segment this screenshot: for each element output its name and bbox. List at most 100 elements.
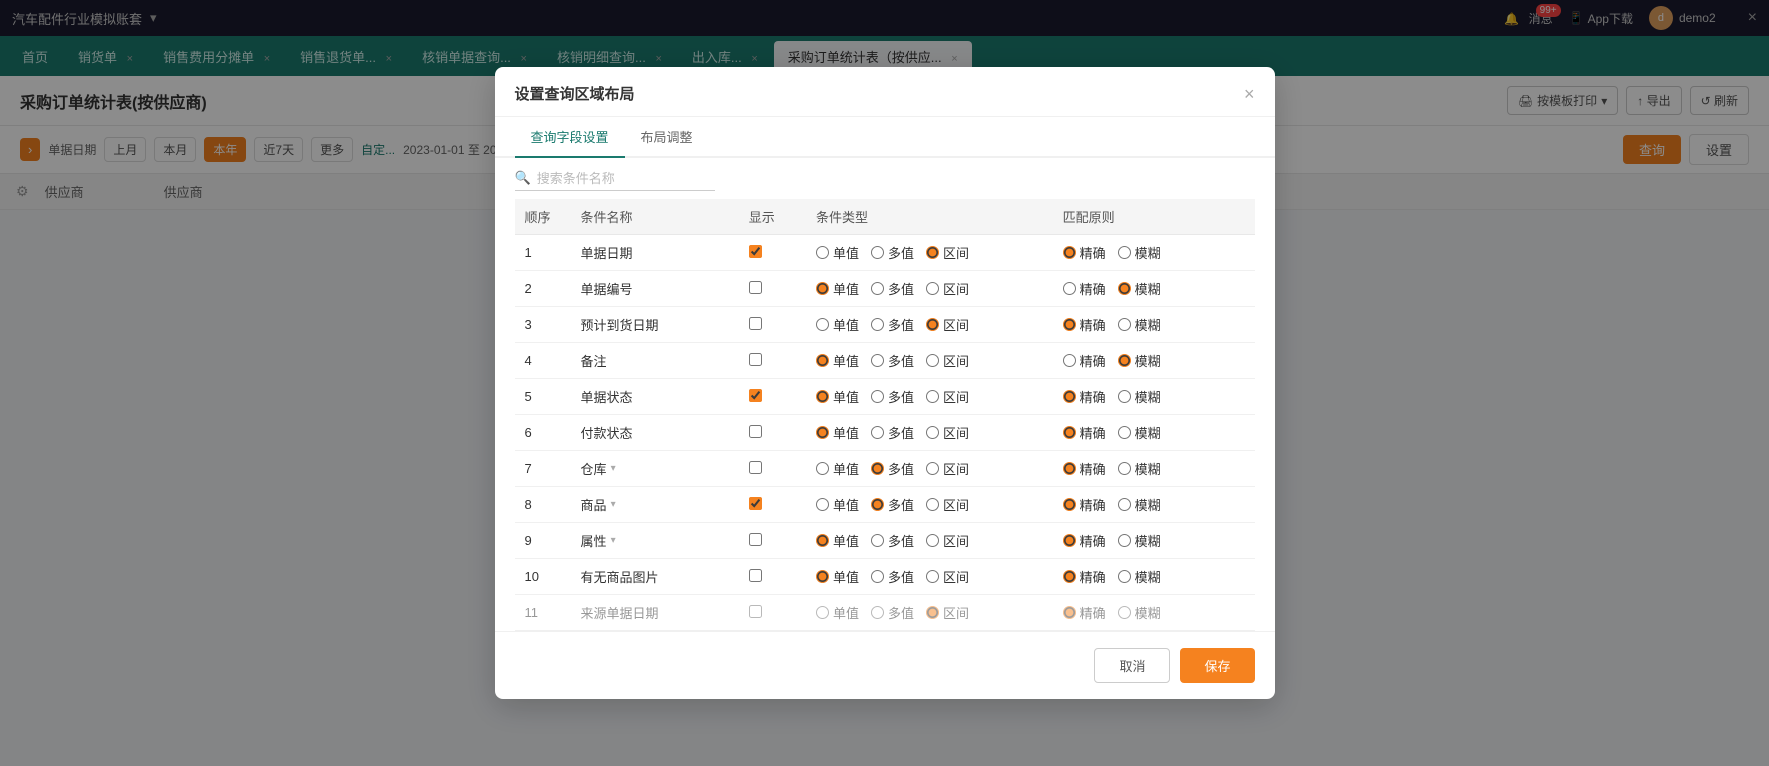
match-option-模糊[interactable]: 模糊	[1118, 387, 1161, 406]
show-checkbox[interactable]	[749, 353, 762, 366]
type-option-区间[interactable]: 区间	[926, 531, 969, 550]
match-option-模糊[interactable]: 模糊	[1118, 351, 1161, 370]
type-option-单值[interactable]: 单值	[816, 387, 859, 406]
type-option-区间[interactable]: 区间	[926, 315, 969, 334]
type-radio-多值[interactable]	[871, 318, 884, 331]
match-option-模糊[interactable]: 模糊	[1118, 531, 1161, 550]
show-checkbox[interactable]	[749, 605, 762, 618]
match-radio-模糊[interactable]	[1118, 498, 1131, 511]
row-show[interactable]	[739, 379, 806, 415]
show-checkbox[interactable]	[749, 245, 762, 258]
type-option-多值[interactable]: 多值	[871, 279, 914, 298]
match-radio-精确[interactable]	[1063, 354, 1076, 367]
search-input[interactable]	[537, 171, 697, 186]
match-option-精确[interactable]: 精确	[1063, 567, 1106, 586]
match-option-精确[interactable]: 精确	[1063, 351, 1106, 370]
type-radio-单值[interactable]	[816, 282, 829, 295]
type-option-多值[interactable]: 多值	[871, 495, 914, 514]
match-radio-精确[interactable]	[1063, 498, 1076, 511]
type-radio-单值[interactable]	[816, 426, 829, 439]
match-radio-模糊[interactable]	[1118, 570, 1131, 583]
match-radio-精确[interactable]	[1063, 462, 1076, 475]
tab-query-fields[interactable]: 查询字段设置	[515, 117, 625, 158]
dropdown-arrow-icon[interactable]: ▾	[611, 463, 616, 474]
match-option-精确[interactable]: 精确	[1063, 387, 1106, 406]
type-option-多值[interactable]: 多值	[871, 243, 914, 262]
match-option-精确[interactable]: 精确	[1063, 423, 1106, 442]
type-radio-区间[interactable]	[926, 534, 939, 547]
show-checkbox[interactable]	[749, 497, 762, 510]
match-option-精确[interactable]: 精确	[1063, 603, 1106, 622]
tab-layout-adjust[interactable]: 布局调整	[625, 117, 709, 158]
type-radio-多值[interactable]	[871, 426, 884, 439]
dropdown-arrow-icon[interactable]: ▾	[611, 499, 616, 510]
row-show[interactable]	[739, 523, 806, 559]
type-radio-区间[interactable]	[926, 246, 939, 259]
match-option-模糊[interactable]: 模糊	[1118, 279, 1161, 298]
type-option-多值[interactable]: 多值	[871, 603, 914, 622]
match-option-精确[interactable]: 精确	[1063, 315, 1106, 334]
match-radio-精确[interactable]	[1063, 318, 1076, 331]
match-radio-模糊[interactable]	[1118, 282, 1131, 295]
type-option-区间[interactable]: 区间	[926, 459, 969, 478]
match-option-模糊[interactable]: 模糊	[1118, 315, 1161, 334]
type-option-单值[interactable]: 单值	[816, 243, 859, 262]
type-radio-单值[interactable]	[816, 606, 829, 619]
row-show[interactable]	[739, 415, 806, 451]
row-show[interactable]	[739, 451, 806, 487]
type-option-多值[interactable]: 多值	[871, 459, 914, 478]
type-option-单值[interactable]: 单值	[816, 279, 859, 298]
type-radio-单值[interactable]	[816, 318, 829, 331]
match-option-精确[interactable]: 精确	[1063, 459, 1106, 478]
type-option-多值[interactable]: 多值	[871, 423, 914, 442]
match-option-精确[interactable]: 精确	[1063, 279, 1106, 298]
type-radio-区间[interactable]	[926, 390, 939, 403]
row-show[interactable]	[739, 271, 806, 307]
match-radio-模糊[interactable]	[1118, 354, 1131, 367]
type-radio-区间[interactable]	[926, 498, 939, 511]
match-radio-模糊[interactable]	[1118, 318, 1131, 331]
type-option-区间[interactable]: 区间	[926, 423, 969, 442]
type-option-单值[interactable]: 单值	[816, 315, 859, 334]
match-option-模糊[interactable]: 模糊	[1118, 423, 1161, 442]
match-option-模糊[interactable]: 模糊	[1118, 567, 1161, 586]
match-option-精确[interactable]: 精确	[1063, 495, 1106, 514]
match-option-精确[interactable]: 精确	[1063, 531, 1106, 550]
match-option-模糊[interactable]: 模糊	[1118, 459, 1161, 478]
type-radio-单值[interactable]	[816, 498, 829, 511]
type-option-单值[interactable]: 单值	[816, 351, 859, 370]
type-radio-多值[interactable]	[871, 390, 884, 403]
type-option-区间[interactable]: 区间	[926, 243, 969, 262]
match-option-精确[interactable]: 精确	[1063, 243, 1106, 262]
match-radio-精确[interactable]	[1063, 282, 1076, 295]
show-checkbox[interactable]	[749, 461, 762, 474]
type-radio-单值[interactable]	[816, 354, 829, 367]
type-option-区间[interactable]: 区间	[926, 279, 969, 298]
match-radio-模糊[interactable]	[1118, 426, 1131, 439]
match-radio-精确[interactable]	[1063, 426, 1076, 439]
type-radio-区间[interactable]	[926, 606, 939, 619]
dialog-close-button[interactable]: ×	[1244, 85, 1255, 103]
type-radio-多值[interactable]	[871, 570, 884, 583]
row-show[interactable]	[739, 559, 806, 595]
match-radio-模糊[interactable]	[1118, 390, 1131, 403]
row-show[interactable]	[739, 343, 806, 379]
dropdown-arrow-icon[interactable]: ▾	[611, 535, 616, 546]
type-option-多值[interactable]: 多值	[871, 567, 914, 586]
row-show[interactable]	[739, 595, 806, 631]
type-radio-单值[interactable]	[816, 534, 829, 547]
type-radio-区间[interactable]	[926, 570, 939, 583]
type-option-单值[interactable]: 单值	[816, 603, 859, 622]
type-option-单值[interactable]: 单值	[816, 459, 859, 478]
row-show[interactable]	[739, 487, 806, 523]
row-show[interactable]	[739, 307, 806, 343]
type-option-多值[interactable]: 多值	[871, 315, 914, 334]
match-option-模糊[interactable]: 模糊	[1118, 603, 1161, 622]
show-checkbox[interactable]	[749, 533, 762, 546]
show-checkbox[interactable]	[749, 425, 762, 438]
type-option-区间[interactable]: 区间	[926, 495, 969, 514]
type-option-区间[interactable]: 区间	[926, 603, 969, 622]
type-option-区间[interactable]: 区间	[926, 351, 969, 370]
type-radio-多值[interactable]	[871, 354, 884, 367]
save-button[interactable]: 保存	[1180, 648, 1254, 683]
